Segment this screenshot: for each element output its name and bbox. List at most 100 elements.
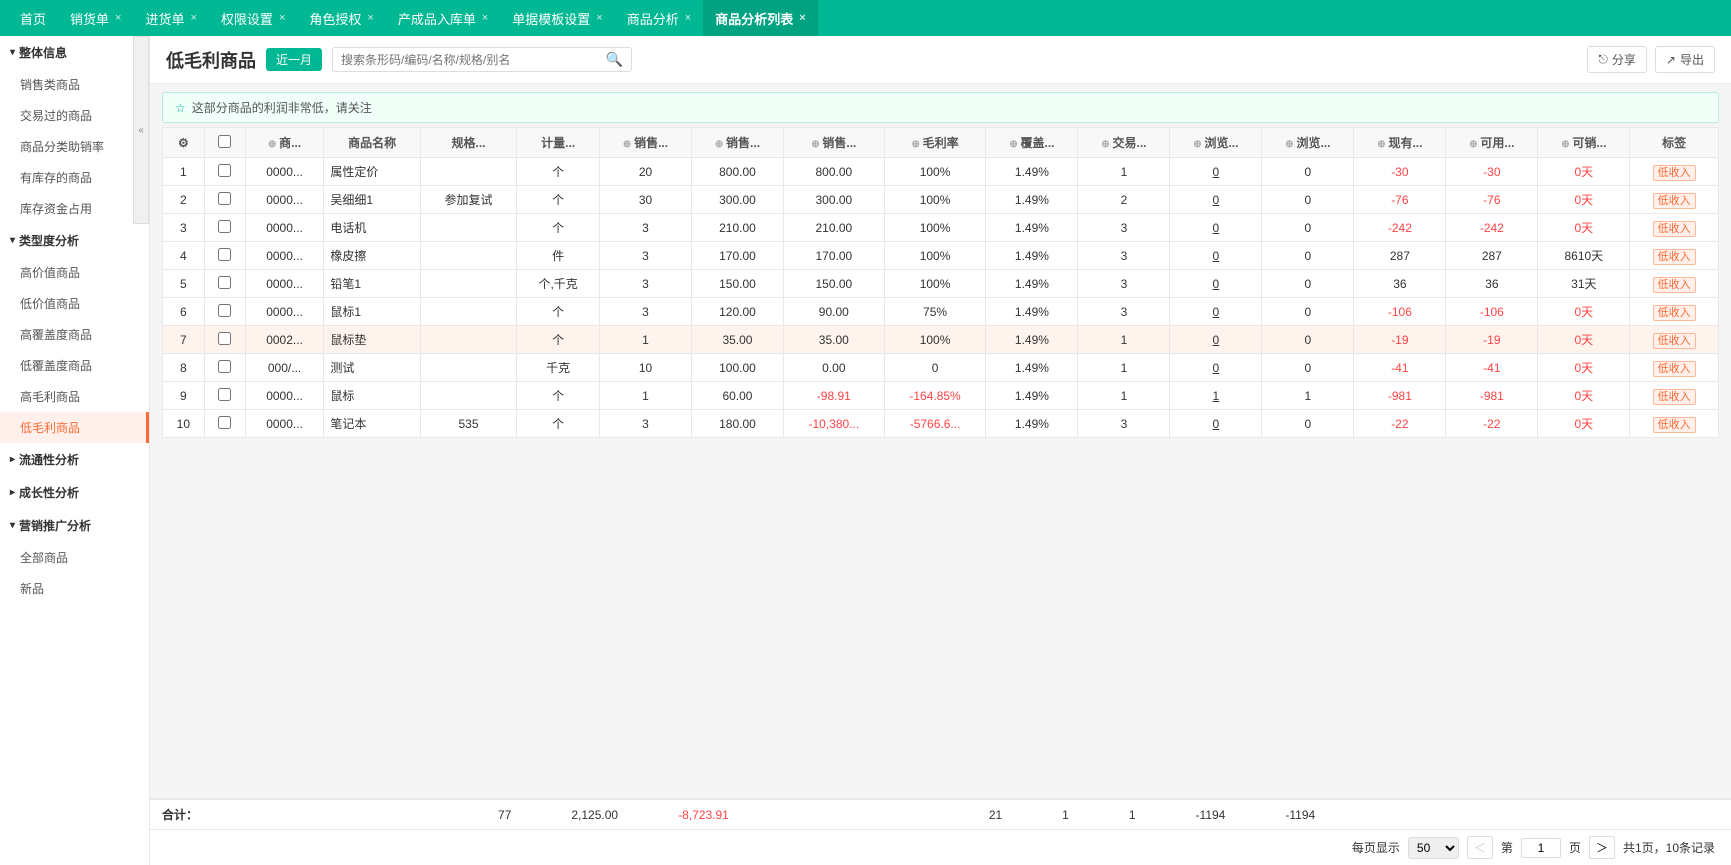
col-tag[interactable]: 标签 <box>1630 128 1719 158</box>
row-checkbox[interactable] <box>204 382 245 410</box>
row-views1[interactable]: 0 <box>1170 214 1262 242</box>
sidebar-item-low-value[interactable]: 低价值商品 <box>0 288 149 319</box>
page-input[interactable] <box>1521 838 1561 858</box>
page-size-select[interactable]: 50 100 200 <box>1408 837 1459 859</box>
col-spec[interactable]: 规格... <box>420 128 516 158</box>
row-checkbox[interactable] <box>204 186 245 214</box>
col-available[interactable]: 可用... <box>1446 128 1538 158</box>
col-unit[interactable]: 计量... <box>517 128 600 158</box>
col-gross-margin[interactable]: 毛利率 <box>884 128 986 158</box>
sidebar-group-header-overall[interactable]: ▾ 整体信息 <box>0 36 133 69</box>
row-views1[interactable]: 0 <box>1170 410 1262 438</box>
row-code: 0000... <box>245 186 324 214</box>
footer-sales-qty: 77 <box>498 808 511 822</box>
sidebar-item-high-margin[interactable]: 高毛利商品 <box>0 381 149 412</box>
col-sales-qty[interactable]: 销售... <box>600 128 692 158</box>
col-sales-price[interactable]: 销售... <box>691 128 783 158</box>
sidebar-item-all-goods[interactable]: 全部商品 <box>0 542 149 573</box>
sidebar-group-header-type[interactable]: ▾ 类型度分析 <box>0 224 149 257</box>
row-saleable: 0天 <box>1538 382 1630 410</box>
nav-purchase-close[interactable]: × <box>190 12 196 24</box>
sidebar-group-header-marketing[interactable]: ▾ 营销推广分析 <box>0 509 149 542</box>
col-saleable[interactable]: 可销... <box>1538 128 1630 158</box>
page-label: 第 <box>1501 839 1513 856</box>
col-coverage[interactable]: 覆盖... <box>986 128 1078 158</box>
row-current: 287 <box>1354 242 1446 270</box>
row-checkbox[interactable] <box>204 354 245 382</box>
select-all-checkbox[interactable] <box>218 135 231 148</box>
prev-page-btn[interactable]: ＜ <box>1467 836 1493 859</box>
row-spec <box>420 158 516 186</box>
row-checkbox[interactable] <box>204 410 245 438</box>
row-no: 10 <box>163 410 205 438</box>
row-checkbox[interactable] <box>204 298 245 326</box>
nav-analysis-list[interactable]: 商品分析列表 × <box>703 0 817 36</box>
row-checkbox[interactable] <box>204 214 245 242</box>
nav-templates-close[interactable]: × <box>596 12 602 24</box>
nav-sales[interactable]: 销货单 × <box>58 0 133 36</box>
col-sales-amount[interactable]: 销售... <box>783 128 884 158</box>
nav-sales-close[interactable]: × <box>115 12 121 24</box>
row-views1[interactable]: 0 <box>1170 354 1262 382</box>
col-name[interactable]: 商品名称 <box>324 128 420 158</box>
nav-roles[interactable]: 角色授权 × <box>297 0 385 36</box>
col-views2[interactable]: 浏览... <box>1262 128 1354 158</box>
nav-products-close[interactable]: × <box>482 12 488 24</box>
row-trade: 3 <box>1078 242 1170 270</box>
nav-purchase[interactable]: 进货单 × <box>133 0 208 36</box>
share-icon: ⎋ <box>1598 52 1608 67</box>
sidebar-item-low-coverage[interactable]: 低覆盖度商品 <box>0 350 149 381</box>
nav-roles-close[interactable]: × <box>367 12 373 24</box>
sidebar-item-sales-goods[interactable]: 销售类商品 <box>0 69 133 100</box>
nav-analysis-list-close[interactable]: × <box>799 12 805 24</box>
sidebar-item-high-coverage[interactable]: 高覆盖度商品 <box>0 319 149 350</box>
col-views1[interactable]: 浏览... <box>1170 128 1262 158</box>
row-current: -22 <box>1354 410 1446 438</box>
row-views1[interactable]: 0 <box>1170 186 1262 214</box>
nav-permissions[interactable]: 权限设置 × <box>209 0 297 36</box>
sidebar-item-high-value[interactable]: 高价值商品 <box>0 257 149 288</box>
sidebar-item-stock-goods[interactable]: 有库存的商品 <box>0 162 133 193</box>
sidebar-item-capital[interactable]: 库存资金占用 <box>0 193 133 224</box>
row-trade: 3 <box>1078 298 1170 326</box>
nav-templates[interactable]: 单据模板设置 × <box>500 0 614 36</box>
row-checkbox[interactable] <box>204 326 245 354</box>
row-sales-qty: 3 <box>600 242 692 270</box>
nav-home[interactable]: 首页 <box>8 0 58 36</box>
search-icon[interactable]: 🔍 <box>606 51 623 68</box>
nav-permissions-close[interactable]: × <box>279 12 285 24</box>
sidebar-item-category-rate[interactable]: 商品分类助销率 <box>0 131 133 162</box>
col-checkbox[interactable] <box>204 128 245 158</box>
row-views1[interactable]: 0 <box>1170 326 1262 354</box>
search-input[interactable] <box>341 53 606 67</box>
date-filter-btn[interactable]: 近一月 <box>266 48 322 71</box>
row-views1[interactable]: 0 <box>1170 270 1262 298</box>
nav-analysis[interactable]: 商品分析 × <box>615 0 703 36</box>
col-trade[interactable]: 交易... <box>1078 128 1170 158</box>
nav-analysis-close[interactable]: × <box>685 12 691 24</box>
col-code[interactable]: 商... <box>245 128 324 158</box>
row-checkbox[interactable] <box>204 158 245 186</box>
nav-products[interactable]: 产成品入库单 × <box>386 0 500 36</box>
share-btn[interactable]: ⎋ 分享 <box>1587 46 1647 73</box>
row-views1[interactable]: 1 <box>1170 382 1262 410</box>
col-current[interactable]: 现有... <box>1354 128 1446 158</box>
sidebar-collapse-btn[interactable]: « <box>133 36 149 224</box>
row-no: 9 <box>163 382 205 410</box>
col-settings[interactable]: ⚙ <box>163 128 205 158</box>
row-views2: 0 <box>1262 298 1354 326</box>
sidebar-group-header-growth[interactable]: ▸ 成长性分析 <box>0 476 149 509</box>
sidebar-item-new-goods[interactable]: 新品 <box>0 573 149 604</box>
export-btn[interactable]: ↗ 导出 <box>1655 46 1715 73</box>
row-views1[interactable]: 0 <box>1170 298 1262 326</box>
row-checkbox[interactable] <box>204 242 245 270</box>
sidebar-item-low-margin[interactable]: 低毛利商品 <box>0 412 149 443</box>
table-container[interactable]: ⚙ 商... 商品名称 规格... 计量... 销售... 销售... 销售..… <box>162 127 1719 798</box>
row-checkbox[interactable] <box>204 270 245 298</box>
sidebar-item-traded-goods[interactable]: 交易过的商品 <box>0 100 133 131</box>
next-page-btn[interactable]: ＞ <box>1589 836 1615 859</box>
row-trade: 1 <box>1078 326 1170 354</box>
row-views1[interactable]: 0 <box>1170 242 1262 270</box>
sidebar-group-header-flow[interactable]: ▸ 流通性分析 <box>0 443 149 476</box>
row-views1[interactable]: 0 <box>1170 158 1262 186</box>
